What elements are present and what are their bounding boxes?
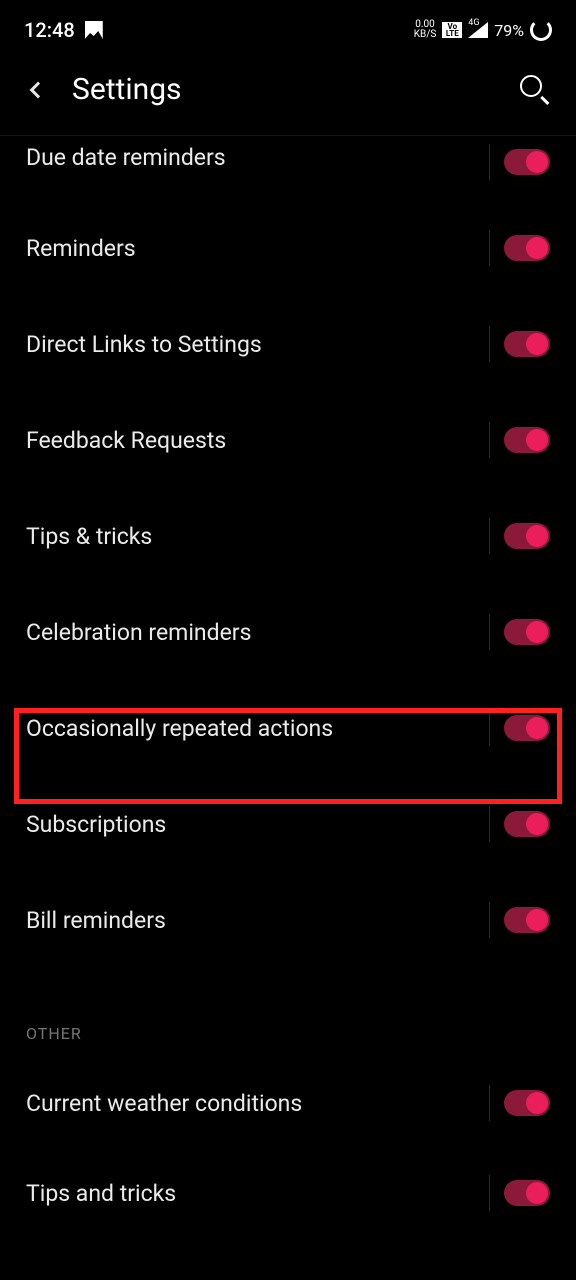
toggle-switch[interactable] (504, 907, 550, 933)
toggle-switch[interactable] (504, 235, 550, 261)
lte-icon: Vo LTE (442, 22, 462, 38)
setting-row-celebration-reminders[interactable]: Celebration reminders (0, 584, 576, 680)
toggle-switch[interactable] (504, 149, 550, 175)
status-time: 12:48 (24, 18, 75, 42)
setting-row-weather[interactable]: Current weather conditions (0, 1061, 576, 1145)
toggle-switch[interactable] (504, 523, 550, 549)
toggle-switch[interactable] (504, 331, 550, 357)
setting-label: Current weather conditions (26, 1090, 302, 1117)
status-left: 12:48 (24, 18, 103, 42)
setting-row-due-date-reminders[interactable]: Due date reminders (0, 136, 576, 200)
setting-label: Celebration reminders (26, 619, 251, 646)
setting-row-tips-and-tricks-2[interactable]: Tips and tricks (0, 1145, 576, 1241)
divider (489, 518, 490, 554)
setting-label: Feedback Requests (26, 427, 226, 454)
toggle-switch[interactable] (504, 427, 550, 453)
divider (489, 422, 490, 458)
toggle-switch[interactable] (504, 1090, 550, 1116)
divider (489, 710, 490, 746)
divider (489, 902, 490, 938)
setting-label: Due date reminders (26, 144, 226, 171)
toggle-switch[interactable] (504, 1180, 550, 1206)
divider (489, 1085, 490, 1121)
setting-row-subscriptions[interactable]: Subscriptions (0, 776, 576, 872)
search-button[interactable] (520, 75, 550, 105)
setting-row-direct-links[interactable]: Direct Links to Settings (0, 296, 576, 392)
divider (489, 230, 490, 266)
divider (489, 614, 490, 650)
network-speed: 0.00 KB/S (414, 20, 437, 40)
app-header: Settings (0, 56, 576, 135)
setting-label: Subscriptions (26, 811, 166, 838)
signal-icon (468, 22, 488, 38)
setting-row-bill-reminders[interactable]: Bill reminders (0, 872, 576, 968)
setting-label: Tips & tricks (26, 523, 152, 550)
page-title: Settings (72, 72, 498, 107)
setting-label: Tips and tricks (26, 1180, 176, 1207)
setting-label: Occasionally repeated actions (26, 715, 333, 742)
chevron-left-icon (30, 81, 47, 98)
setting-row-reminders[interactable]: Reminders (0, 200, 576, 296)
section-header-other: OTHER (0, 968, 576, 1061)
divider (489, 144, 490, 180)
setting-label: Reminders (26, 235, 136, 262)
setting-row-tips-tricks[interactable]: Tips & tricks (0, 488, 576, 584)
toggle-switch[interactable] (504, 811, 550, 837)
divider (489, 806, 490, 842)
toggle-switch[interactable] (504, 715, 550, 741)
status-bar: 12:48 0.00 KB/S Vo LTE 79% (0, 0, 576, 56)
gallery-icon (85, 21, 103, 39)
divider (489, 1175, 490, 1211)
toggle-switch[interactable] (504, 619, 550, 645)
divider (489, 326, 490, 362)
status-right: 0.00 KB/S Vo LTE 79% (414, 19, 552, 41)
setting-label: Bill reminders (26, 907, 166, 934)
setting-row-occasionally-repeated-actions[interactable]: Occasionally repeated actions (0, 680, 576, 776)
setting-row-feedback-requests[interactable]: Feedback Requests (0, 392, 576, 488)
settings-list: Due date reminders Reminders Direct Link… (0, 135, 576, 1241)
setting-label: Direct Links to Settings (26, 331, 262, 358)
loading-icon (530, 19, 552, 41)
battery-percent: 79% (494, 21, 524, 40)
back-button[interactable] (26, 78, 50, 102)
